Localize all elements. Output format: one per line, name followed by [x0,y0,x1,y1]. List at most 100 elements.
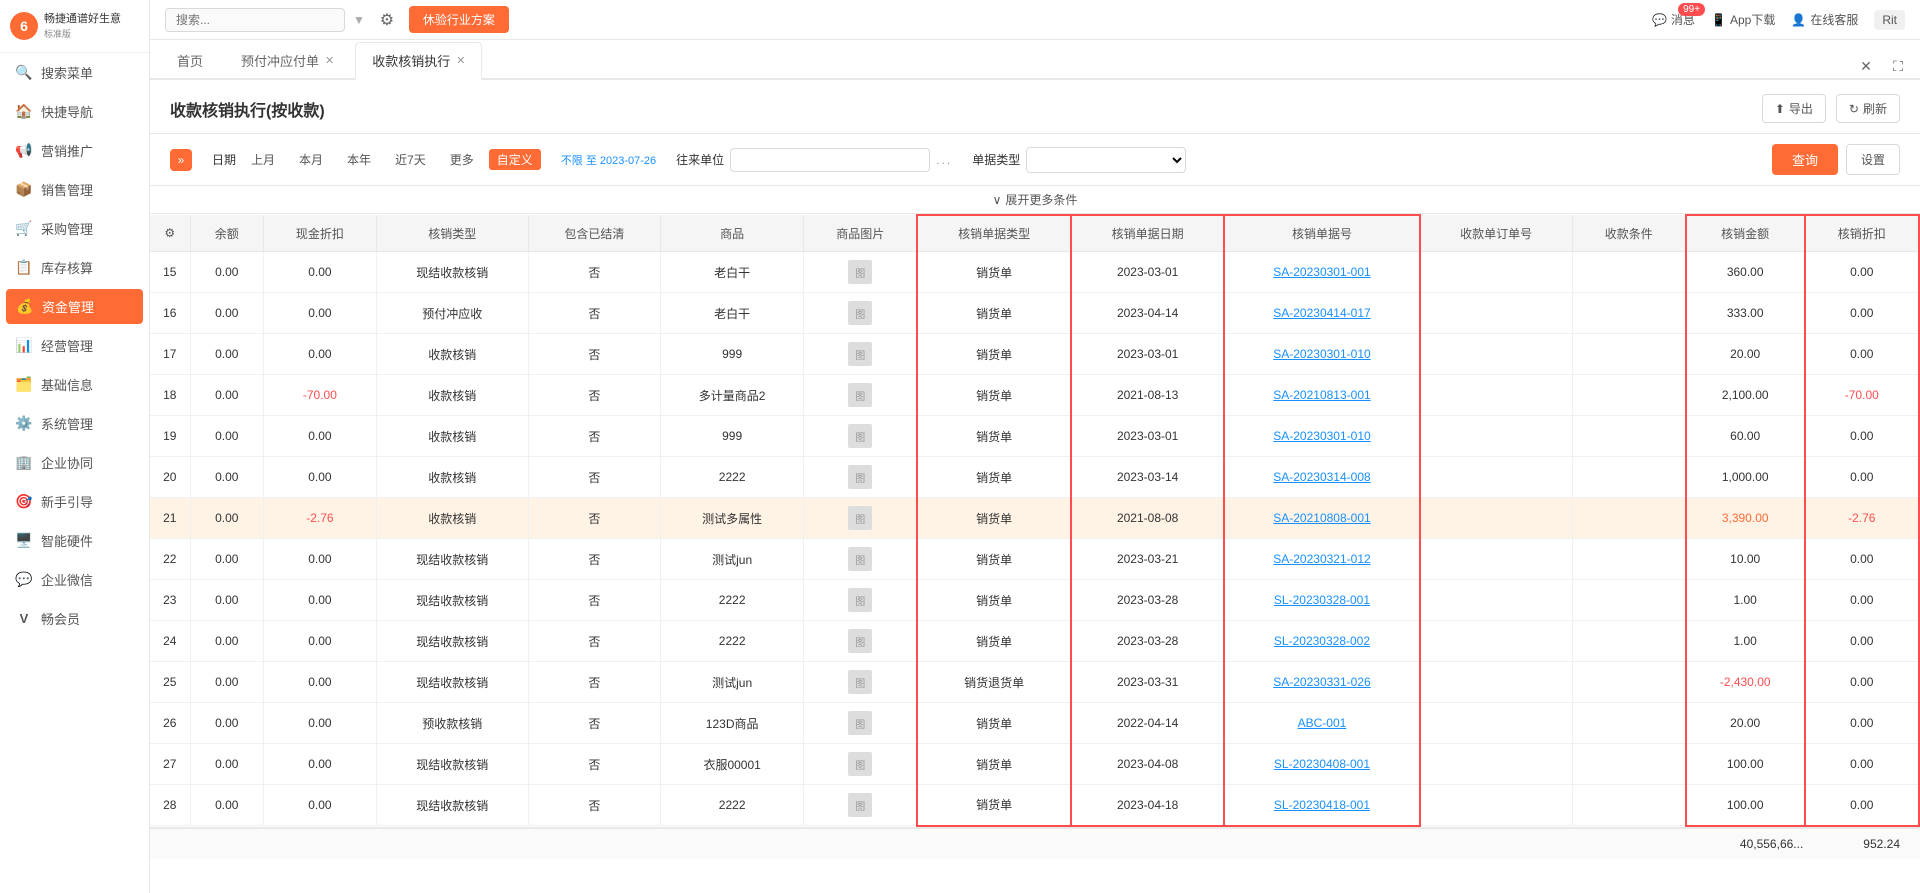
sidebar-item-hardware[interactable]: 🖥️ 智能硬件 [0,521,149,560]
data-table-container[interactable]: ⚙ 余额 现金折扣 核销类型 包含已结清 商品 商品图片 核销单据类型 核销单据… [150,214,1920,893]
member-icon: V [15,610,33,628]
industry-plan-button[interactable]: 休验行业方案 [409,6,509,33]
sidebar-label-enterprise: 企业协同 [41,453,93,472]
cell-cash-discount: -70.00 [264,375,377,416]
col-header-verify-amount: 核销金额 [1686,215,1805,252]
cell-include-settled: 否 [528,621,660,662]
message-button[interactable]: 💬 消息 99+ [1652,11,1695,28]
sidebar-logo: 6 畅捷通谱好生意 标准版 [0,0,149,53]
cell-receipt-condition [1572,293,1686,334]
table-footer: 40,556,66... 952.24 [150,827,1920,859]
cell-voucher-no[interactable]: ABC-001 [1224,703,1419,744]
cell-voucher-no[interactable]: SA-20230301-010 [1224,334,1419,375]
cell-verify-type: 现结收款核销 [376,580,528,621]
search-input[interactable] [165,8,345,32]
table-body: 15 0.00 0.00 现结收款核销 否 老白干 图 销货单 2023-03-… [150,252,1919,826]
date-btn-thisyear[interactable]: 本年 [338,148,380,171]
cell-voucher-no[interactable]: SA-20230321-012 [1224,539,1419,580]
cell-voucher-no[interactable]: SA-20230414-017 [1224,293,1419,334]
sidebar: 6 畅捷通谱好生意 标准版 🔍 搜索菜单 🏠 快捷导航 📢 营销推广 📦 销售管… [0,0,150,893]
prepay-tab-close[interactable]: ✕ [325,54,334,67]
cell-include-settled: 否 [528,457,660,498]
query-button[interactable]: 查询 [1772,144,1838,175]
receipt-tab-close[interactable]: ✕ [456,54,465,67]
sidebar-item-wechat[interactable]: 💬 企业微信 [0,560,149,599]
cell-goods-img: 图 [804,744,918,785]
date-btn-more[interactable]: 更多 [441,148,483,171]
sidebar-item-quicknav[interactable]: 🏠 快捷导航 [0,92,149,131]
date-btn-7days[interactable]: 近7天 [386,148,435,171]
sidebar-item-system[interactable]: ⚙️ 系统管理 [0,404,149,443]
date-btn-lastmonth[interactable]: 上月 [242,148,284,171]
sidebar-item-guide[interactable]: 🎯 新手引导 [0,482,149,521]
filter-expand-arrow[interactable]: » [170,149,192,171]
setting-button[interactable]: 设置 [1846,144,1900,175]
sidebar-item-member[interactable]: V 畅会员 [0,599,149,638]
window-expand-button[interactable]: ⛶ [1886,54,1910,78]
cell-voucher-no[interactable]: SA-20230331-026 [1224,662,1419,703]
window-close-button[interactable]: ✕ [1854,54,1878,78]
cell-voucher-no[interactable]: SA-20230301-010 [1224,416,1419,457]
verify-amount-total-value: 40,556,66... [1740,837,1803,851]
sidebar-item-basic[interactable]: 🗂️ 基础信息 [0,365,149,404]
cell-voucher-type: 销货单 [917,252,1071,293]
tab-prepay[interactable]: 预付冲应付单 ✕ [224,42,351,78]
system-icon: ⚙️ [15,415,33,433]
cell-include-settled: 否 [528,252,660,293]
cell-include-settled: 否 [528,662,660,703]
date-btn-thismonth[interactable]: 本月 [290,148,332,171]
table-row: 15 0.00 0.00 现结收款核销 否 老白干 图 销货单 2023-03-… [150,252,1919,293]
cell-voucher-no[interactable]: SL-20230418-001 [1224,785,1419,826]
refresh-button[interactable]: ↻ 刷新 [1836,94,1900,123]
cell-verify-amount: 10.00 [1686,539,1805,580]
sidebar-item-enterprise[interactable]: 🏢 企业协同 [0,443,149,482]
app-download-button[interactable]: 📱 App下载 [1711,11,1775,28]
cell-receipt-order-no [1420,785,1573,826]
cell-goods: 衣服00001 [661,744,804,785]
cell-voucher-no[interactable]: SA-20230314-008 [1224,457,1419,498]
sidebar-label-wechat: 企业微信 [41,570,93,589]
tab-home[interactable]: 首页 [160,42,220,78]
cell-voucher-no[interactable]: SL-20230328-001 [1224,580,1419,621]
cell-cash-discount: 0.00 [264,293,377,334]
sidebar-item-purchase[interactable]: 🛒 采购管理 [0,209,149,248]
table-row: 27 0.00 0.00 现结收款核销 否 衣服00001 图 销货单 2023… [150,744,1919,785]
cell-no: 17 [150,334,190,375]
tab-receipt[interactable]: 收款核销执行 ✕ [355,42,482,80]
cell-voucher-no[interactable]: SA-20210813-001 [1224,375,1419,416]
counterparty-input[interactable] [730,148,930,172]
export-button[interactable]: ⬆ 导出 [1762,94,1826,123]
cell-voucher-type: 销货单 [917,703,1071,744]
cell-no: 19 [150,416,190,457]
sidebar-label-finance: 资金管理 [42,297,94,316]
data-table: ⚙ 余额 现金折扣 核销类型 包含已结清 商品 商品图片 核销单据类型 核销单据… [150,214,1920,827]
tab-bar: 首页 预付冲应付单 ✕ 收款核销执行 ✕ ✕ ⛶ [150,40,1920,80]
message-icon: 💬 [1652,13,1667,27]
col-header-voucher-date: 核销单据日期 [1071,215,1225,252]
sidebar-label-purchase: 采购管理 [41,219,93,238]
sidebar-item-search[interactable]: 🔍 搜索菜单 [0,53,149,92]
cell-cash-discount: 0.00 [264,457,377,498]
cell-voucher-no[interactable]: SL-20230328-002 [1224,621,1419,662]
cell-goods: 测试jun [661,662,804,703]
cell-voucher-no[interactable]: SA-20230301-001 [1224,252,1419,293]
cell-voucher-no[interactable]: SL-20230408-001 [1224,744,1419,785]
topbar: ▼ ⚙ 休验行业方案 💬 消息 99+ 📱 App下载 👤 在线客服 Rit [150,0,1920,40]
sidebar-item-finance[interactable]: 💰 资金管理 [6,289,143,324]
sidebar-item-inventory[interactable]: 📋 库存核算 [0,248,149,287]
sidebar-item-marketing[interactable]: 📢 营销推广 [0,131,149,170]
expand-conditions-button[interactable]: ∨ 展开更多条件 [993,191,1078,208]
cell-voucher-date: 2021-08-13 [1071,375,1225,416]
date-btn-custom[interactable]: 自定义 [489,149,541,170]
cell-include-settled: 否 [528,334,660,375]
cell-voucher-date: 2023-03-14 [1071,457,1225,498]
sidebar-item-business[interactable]: 📊 经营管理 [0,326,149,365]
sidebar-item-sales[interactable]: 📦 销售管理 [0,170,149,209]
table-row: 19 0.00 0.00 收款核销 否 999 图 销货单 2023-03-01… [150,416,1919,457]
cell-voucher-no[interactable]: SA-20210808-001 [1224,498,1419,539]
user-info[interactable]: Rit [1874,10,1905,30]
gear-icon[interactable]: ⚙ [373,6,401,34]
voucher-type-select[interactable] [1026,147,1186,173]
online-service-button[interactable]: 👤 在线客服 [1791,11,1858,28]
voucher-type-filter-group: 单据类型 [972,147,1186,173]
